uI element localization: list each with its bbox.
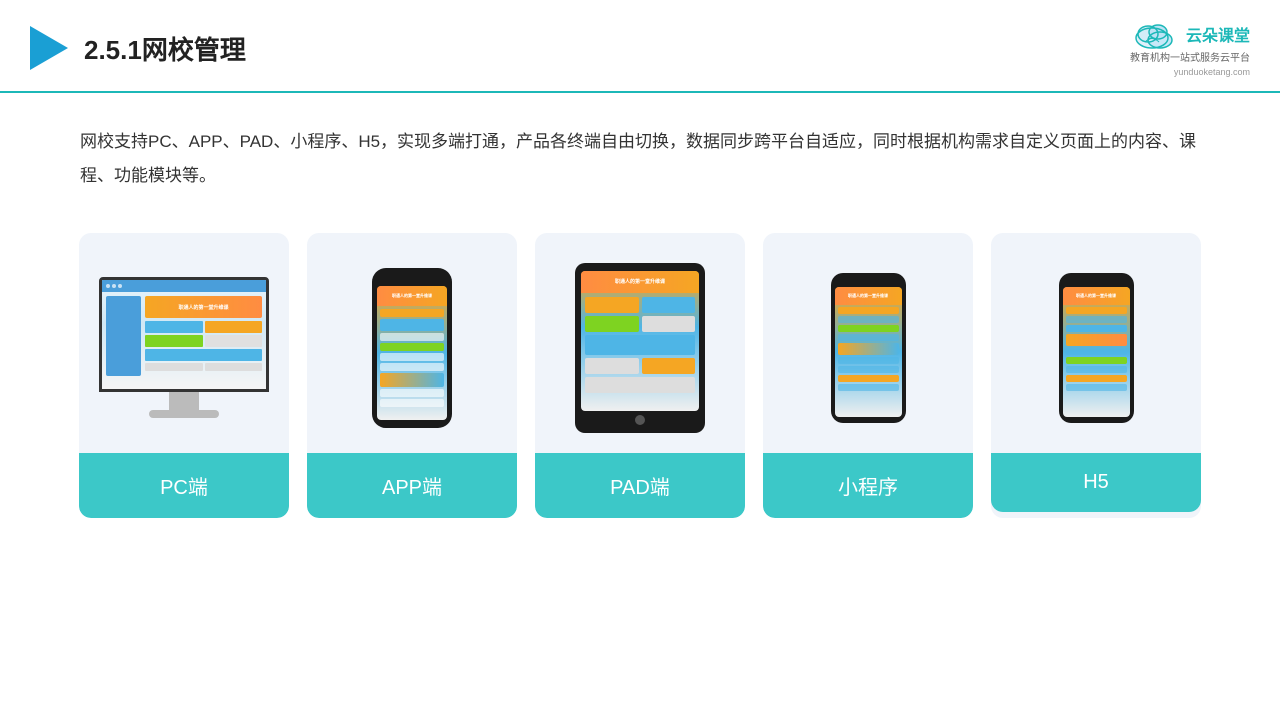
card-miniprogram-label: 小程序	[763, 453, 973, 518]
cloud-icon	[1130, 18, 1180, 50]
card-pc: 职通人的第一堂升维课	[79, 233, 289, 518]
card-pc-label: PC端	[79, 453, 289, 518]
pad-tablet-device: 职通人的第一堂升维课	[575, 263, 705, 433]
card-app-image: 职通人的第一堂升维课	[307, 233, 517, 453]
logo-area: 云朵课堂 教育机构一站式服务云平台 yunduoketang.com	[1130, 18, 1250, 79]
logo-cloud: 云朵课堂	[1130, 18, 1250, 50]
description-text: 网校支持PC、APP、PAD、小程序、H5，实现多端打通，产品各终端自由切换，数…	[0, 93, 1280, 213]
card-pad: 职通人的第一堂升维课 PAD端	[535, 233, 745, 518]
card-h5: 职通人的第一堂升维课 H5	[991, 233, 1201, 518]
card-h5-label: H5	[991, 453, 1201, 512]
card-pad-image: 职通人的第一堂升维课	[535, 233, 745, 453]
h5-phone-device: 职通人的第一堂升维课	[1059, 273, 1134, 423]
header-left: 2.5.1网校管理	[30, 26, 246, 70]
card-pad-label: PAD端	[535, 453, 745, 518]
card-app: 职通人的第一堂升维课 APP端	[307, 233, 517, 518]
card-pc-image: 职通人的第一堂升维课	[79, 233, 289, 453]
cards-container: 职通人的第一堂升维课	[0, 213, 1280, 538]
app-phone-device: 职通人的第一堂升维课	[372, 268, 452, 428]
card-app-label: APP端	[307, 453, 517, 518]
logo-url: yunduoketang.com	[1130, 66, 1250, 79]
page-title: 2.5.1网校管理	[84, 30, 246, 67]
card-miniprogram-image: 职通人的第一堂升维课	[763, 233, 973, 453]
logo-name: 云朵课堂	[1186, 22, 1250, 46]
page-header: 2.5.1网校管理 云朵课堂 教育机构一站式服务云平台 yunduoketan	[0, 0, 1280, 93]
card-miniprogram: 职通人的第一堂升维课 小程序	[763, 233, 973, 518]
monitor-device: 职通人的第一堂升维课	[99, 277, 269, 418]
card-h5-image: 职通人的第一堂升维课	[991, 233, 1201, 453]
logo-tagline: 教育机构一站式服务云平台 yunduoketang.com	[1130, 52, 1250, 79]
miniprogram-phone-device: 职通人的第一堂升维课	[831, 273, 906, 423]
play-icon	[30, 26, 68, 70]
